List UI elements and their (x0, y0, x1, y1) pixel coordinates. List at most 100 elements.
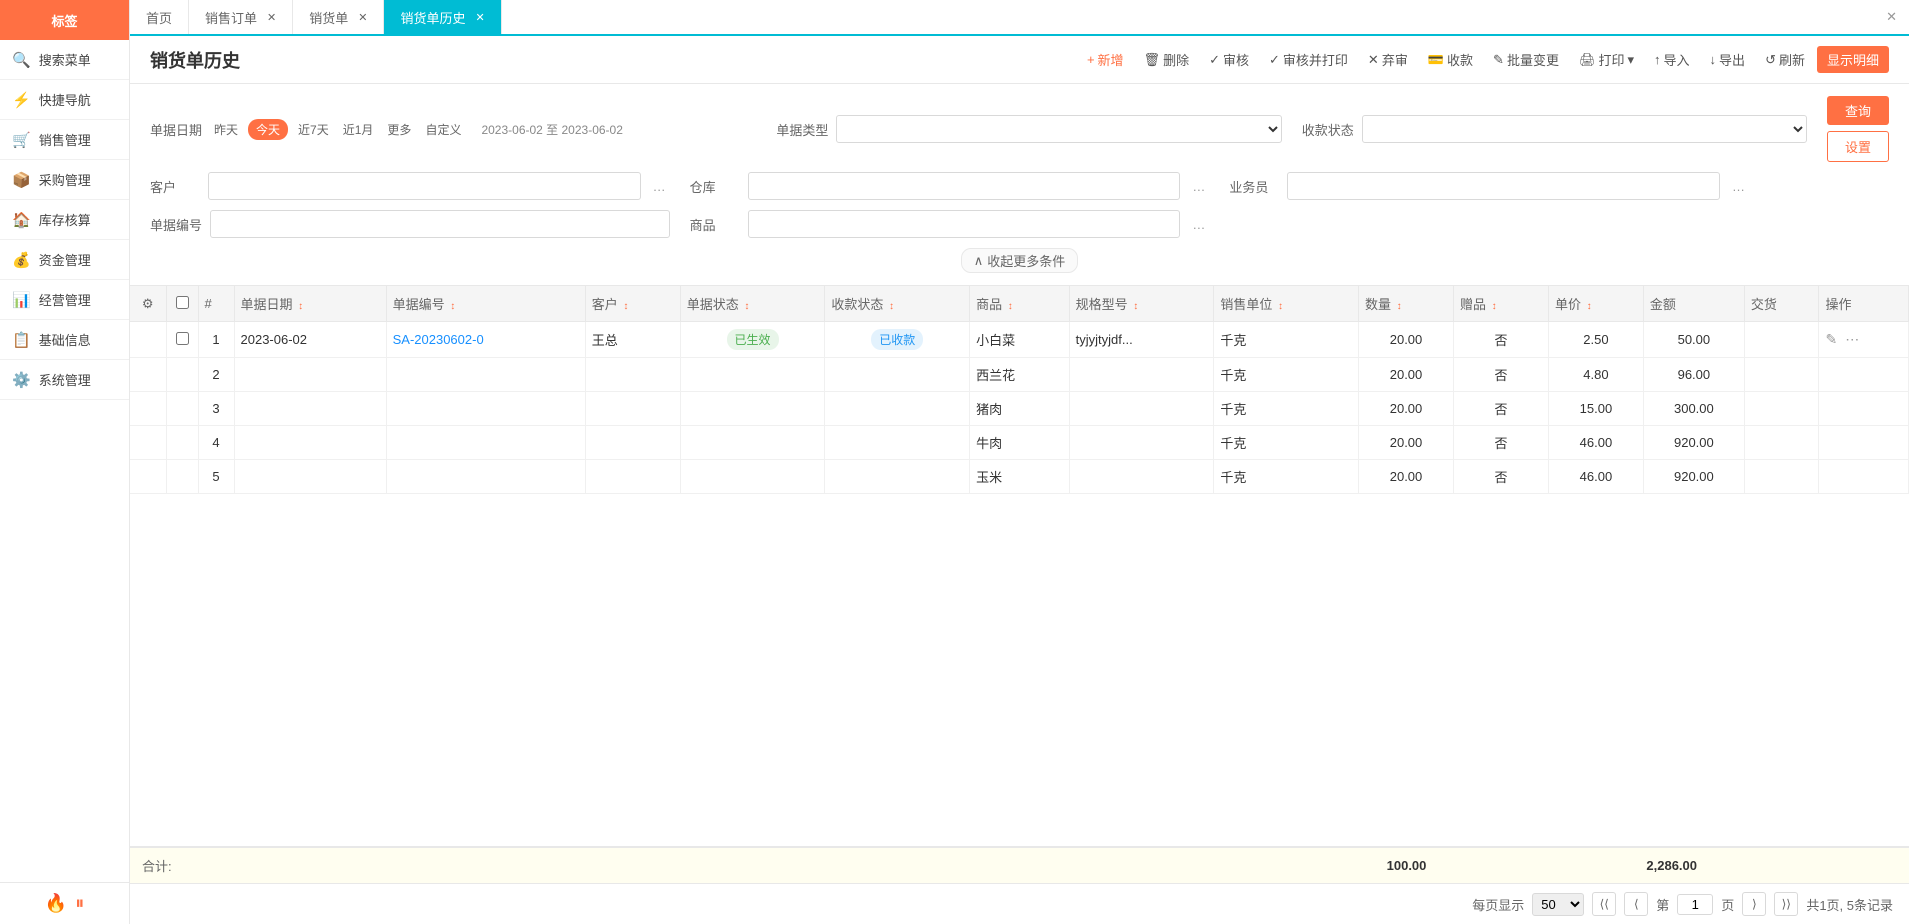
content-area: 销货单历史 + 新增 🗑 删除 ✓ 审核 ✓ 审核并打印 (130, 36, 1909, 924)
goods-input[interactable] (748, 210, 1181, 238)
page-first-button[interactable]: ⟨⟨ (1592, 892, 1616, 916)
row-spec (1069, 426, 1214, 460)
warehouse-input[interactable] (748, 172, 1181, 200)
goods-filter: 商品 … (690, 210, 1210, 238)
salesperson-input[interactable] (1287, 172, 1720, 200)
window-close-button[interactable]: ✕ (1874, 9, 1909, 25)
doc-status-col-header[interactable]: 单据状态 ↕ (680, 286, 825, 322)
row-gift: 否 (1453, 426, 1548, 460)
sidebar-item-finance[interactable]: 💰 资金管理 (0, 240, 129, 280)
page-prev-button[interactable]: ⟨ (1624, 892, 1648, 916)
row-checkbox[interactable] (176, 332, 189, 345)
table-wrapper: ⚙ # 单据日期 ↕ 单据编号 ↕ 客户 ↕ 单据状态 ↕ 收款状态 ↕ 商品 … (130, 286, 1909, 846)
qty-col-header[interactable]: 数量 ↕ (1359, 286, 1454, 322)
tab-sales-order-close[interactable]: ✕ (267, 11, 276, 24)
tab-home[interactable]: 首页 (130, 0, 189, 34)
goods-col-header[interactable]: 商品 ↕ (970, 286, 1070, 322)
discard-icon: ✕ (1368, 52, 1379, 68)
date-shortcut-today[interactable]: 今天 (248, 119, 288, 140)
print-button[interactable]: 🖨 打印 ▾ (1571, 46, 1642, 73)
tab-sales-goods[interactable]: 销货单 ✕ (293, 0, 384, 34)
row-doc-no (386, 358, 585, 392)
row-amount: 300.00 (1643, 392, 1744, 426)
show-detail-button[interactable]: 显示明细 (1817, 46, 1889, 73)
import-button[interactable]: ↑ 导入 (1646, 46, 1698, 73)
salesperson-ellipsis[interactable]: … (1728, 179, 1749, 194)
sidebar-item-sales[interactable]: 🛒 销售管理 (0, 120, 129, 160)
doc-status-badge: 已生效 (727, 329, 779, 350)
add-label: 新增 (1098, 50, 1124, 69)
table-row: 12023-06-02SA-20230602-0王总已生效已收款小白菜tyjyj… (130, 322, 1909, 358)
discard-button[interactable]: ✕ 弃审 (1360, 46, 1416, 73)
date-shortcut-7days[interactable]: 近7天 (294, 119, 333, 140)
row-gear (130, 460, 166, 494)
receipt-status-badge: 已收款 (871, 329, 923, 350)
action-col-header: 操作 (1819, 286, 1909, 322)
page-size-select[interactable]: 50 20 100 (1532, 893, 1584, 916)
row-doc-status: 已生效 (680, 322, 825, 358)
select-all-checkbox[interactable] (176, 296, 189, 309)
audit-button[interactable]: ✓ 审核 (1201, 46, 1257, 73)
tab-sales-history[interactable]: 销货单历史 ✕ (384, 0, 501, 34)
gear-col-header[interactable]: ⚙ (130, 286, 166, 322)
sidebar-item-operation[interactable]: 📊 经营管理 (0, 280, 129, 320)
sidebar-item-basic[interactable]: 📋 基础信息 (0, 320, 129, 360)
sidebar-item-search[interactable]: 🔍 搜索菜单 (0, 40, 129, 80)
sidebar-item-system[interactable]: ⚙️ 系统管理 (0, 360, 129, 400)
row-doc-no (386, 392, 585, 426)
page-next-button[interactable]: ⟩ (1742, 892, 1766, 916)
row-unit-price: 46.00 (1548, 426, 1643, 460)
receipt-button[interactable]: 💳 收款 (1420, 46, 1481, 73)
row-sales-unit: 千克 (1214, 392, 1359, 426)
warehouse-ellipsis[interactable]: … (1188, 179, 1209, 194)
receipt-status-col-header[interactable]: 收款状态 ↕ (825, 286, 970, 322)
doc-type-filter: 单据类型 (776, 115, 1281, 143)
gift-col-header[interactable]: 赠品 ↕ (1453, 286, 1548, 322)
more-icon[interactable]: ⋯ (1845, 331, 1859, 348)
unit-price-col-header[interactable]: 单价 ↕ (1548, 286, 1643, 322)
receipt-icon: 💳 (1428, 52, 1444, 68)
customer-col-header[interactable]: 客户 ↕ (585, 286, 680, 322)
delete-button[interactable]: 🗑 删除 (1136, 46, 1198, 73)
setting-button[interactable]: 设置 (1827, 131, 1889, 162)
tab-sales-order[interactable]: 销售订单 ✕ (189, 0, 293, 34)
customer-ellipsis[interactable]: … (649, 179, 670, 194)
salesperson-label: 业务员 (1229, 177, 1279, 196)
date-shortcut-custom[interactable]: 自定义 (421, 119, 465, 140)
receipt-status-select[interactable] (1362, 115, 1807, 143)
refresh-button[interactable]: ↺ 刷新 (1757, 46, 1813, 73)
doc-no-col-header[interactable]: 单据编号 ↕ (386, 286, 585, 322)
edit-icon[interactable]: ✎ (1825, 331, 1837, 348)
sales-unit-col-header[interactable]: 销售单位 ↕ (1214, 286, 1359, 322)
sidebar-pause-icon[interactable]: ⏸ (75, 893, 84, 914)
docno-input[interactable] (210, 210, 670, 238)
doc-type-select[interactable] (836, 115, 1281, 143)
page-number-input[interactable] (1677, 894, 1713, 915)
customer-input[interactable] (208, 172, 641, 200)
tab-sales-history-close[interactable]: ✕ (476, 11, 485, 24)
batch-change-button[interactable]: ✎ 批量变更 (1485, 46, 1567, 73)
row-trade (1744, 392, 1819, 426)
audit-print-button[interactable]: ✓ 审核并打印 (1261, 46, 1356, 73)
total-info: 共1页, 5条记录 (1806, 895, 1893, 914)
sidebar-item-inventory[interactable]: 🏠 库存核算 (0, 200, 129, 240)
sidebar-item-shortcut[interactable]: ⚡ 快捷导航 (0, 80, 129, 120)
system-icon: ⚙️ (12, 371, 31, 389)
page-last-button[interactable]: ⟩⟩ (1774, 892, 1798, 916)
doc-date-col-header[interactable]: 单据日期 ↕ (234, 286, 386, 322)
date-shortcut-1month[interactable]: 近1月 (339, 119, 378, 140)
export-button[interactable]: ↓ 导出 (1702, 46, 1754, 73)
tab-sales-goods-close[interactable]: ✕ (358, 11, 367, 24)
sidebar-item-purchase[interactable]: 📦 采购管理 (0, 160, 129, 200)
collapse-button[interactable]: ∧ 收起更多条件 (961, 248, 1079, 273)
add-button[interactable]: + 新增 (1079, 46, 1132, 73)
date-shortcut-yesterday[interactable]: 昨天 (210, 119, 242, 140)
goods-ellipsis[interactable]: … (1188, 217, 1209, 232)
date-shortcut-more[interactable]: 更多 (383, 119, 415, 140)
row-receipt-status: 已收款 (825, 322, 970, 358)
action-icons-group: ✎⋯ (1825, 331, 1902, 348)
doc-no-link[interactable]: SA-20230602-0 (393, 332, 484, 347)
query-button[interactable]: 查询 (1827, 96, 1889, 125)
spec-col-header[interactable]: 规格型号 ↕ (1069, 286, 1214, 322)
sidebar-collapse-icon[interactable]: 🔥 (45, 893, 67, 914)
